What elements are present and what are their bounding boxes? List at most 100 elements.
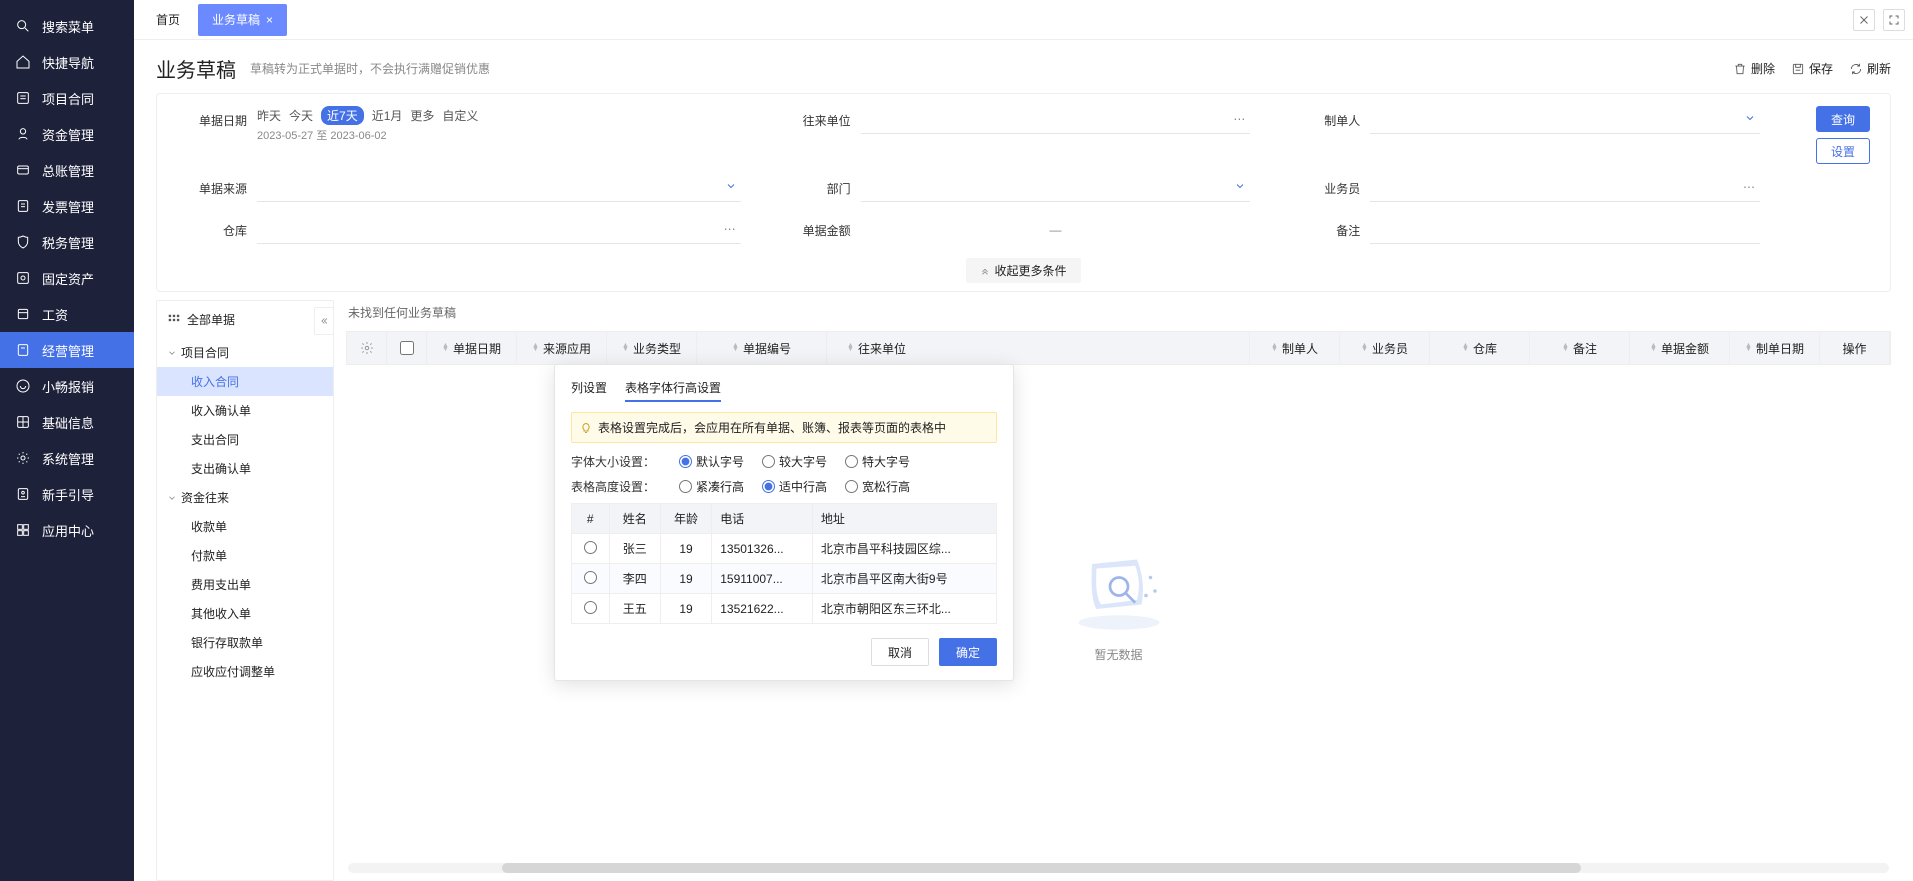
tree-item-0-3[interactable]: 支出确认单 [157, 454, 333, 483]
column-header-8[interactable]: ▲▼备注 [1530, 332, 1630, 364]
tree-item-1-3[interactable]: 其他收入单 [157, 599, 333, 628]
column-header-7[interactable]: ▲▼仓库 [1430, 332, 1530, 364]
tree-collapse-button[interactable] [314, 307, 334, 335]
column-header-4[interactable]: ▲▼往来单位 [827, 332, 1250, 364]
rowh-option-0[interactable]: 紧凑行高 [679, 478, 744, 495]
sidebar-item-3[interactable]: 总账管理 [0, 152, 134, 188]
sidebar-item-5[interactable]: 税务管理 [0, 224, 134, 260]
more-icon[interactable]: ⋯ [724, 222, 737, 236]
date-opt-4[interactable]: 更多 [410, 107, 434, 124]
dept-select[interactable] [861, 174, 1251, 202]
date-opt-5[interactable]: 自定义 [442, 107, 478, 124]
rowh-option-1[interactable]: 适中行高 [762, 478, 827, 495]
date-opt-3[interactable]: 近1月 [372, 107, 403, 124]
sample-row-1[interactable]: 李四1915911007...北京市昌平区南大街9号 [572, 564, 997, 594]
tree-item-1-2[interactable]: 费用支出单 [157, 570, 333, 599]
font-option-2[interactable]: 特大字号 [845, 453, 910, 470]
sample-row-2[interactable]: 王五1913521622...北京市朝阳区东三环北... [572, 594, 997, 624]
sidebar-item-4[interactable]: 发票管理 [0, 188, 134, 224]
rowh-option-2[interactable]: 宽松行高 [845, 478, 910, 495]
sidebar-item-0[interactable]: 快捷导航 [0, 44, 134, 80]
chevron-down-icon[interactable] [1234, 180, 1246, 192]
sort-icon[interactable]: ▲▼ [622, 344, 629, 352]
remark-input[interactable] [1370, 216, 1760, 244]
chevron-down-icon[interactable] [725, 180, 737, 192]
font-option-0[interactable]: 默认字号 [679, 453, 744, 470]
sidebar-item-9[interactable]: 小畅报销 [0, 368, 134, 404]
collapse-conditions-button[interactable]: 收起更多条件 [966, 258, 1080, 283]
sample-radio[interactable] [584, 601, 597, 614]
sidebar-item-7[interactable]: 工资 [0, 296, 134, 332]
horizontal-scrollbar[interactable] [348, 863, 1889, 873]
sort-icon[interactable]: ▲▼ [1562, 344, 1569, 352]
save-button[interactable]: 保存 [1791, 60, 1833, 77]
column-header-9[interactable]: ▲▼单据金额 [1630, 332, 1730, 364]
sort-icon[interactable]: ▲▼ [1650, 344, 1657, 352]
tree-group-1[interactable]: 资金往来 [157, 483, 333, 512]
sort-icon[interactable]: ▲▼ [1271, 344, 1278, 352]
more-icon[interactable]: ⋯ [1233, 112, 1246, 126]
tree-item-1-4[interactable]: 银行存取款单 [157, 628, 333, 657]
sidebar-item-2[interactable]: 资金管理 [0, 116, 134, 152]
column-settings-button[interactable] [347, 332, 387, 364]
tree-item-1-1[interactable]: 付款单 [157, 541, 333, 570]
ok-button[interactable]: 确定 [939, 638, 997, 666]
close-icon[interactable]: × [266, 13, 273, 27]
tree-group-0[interactable]: 项目合同 [157, 338, 333, 367]
search-icon [14, 17, 32, 35]
setting-button[interactable]: 设置 [1816, 138, 1870, 164]
sidebar-item-11[interactable]: 系统管理 [0, 440, 134, 476]
maker-input[interactable] [1370, 106, 1760, 134]
column-header-10[interactable]: ▲▼制单日期 [1730, 332, 1820, 364]
tree-item-1-0[interactable]: 收款单 [157, 512, 333, 541]
sort-icon[interactable]: ▲▼ [1462, 344, 1469, 352]
date-opt-2[interactable]: 近7天 [321, 106, 364, 125]
column-header-0[interactable]: ▲▼单据日期 [427, 332, 517, 364]
font-option-1[interactable]: 较大字号 [762, 453, 827, 470]
sort-icon[interactable]: ▲▼ [1361, 344, 1368, 352]
select-all-checkbox[interactable] [387, 332, 427, 364]
sample-radio[interactable] [584, 541, 597, 554]
tab-home[interactable]: 首页 [142, 4, 194, 36]
salesman-input[interactable]: ⋯ [1370, 174, 1760, 202]
sidebar-search[interactable]: 搜索菜单 [0, 8, 134, 44]
tree-item-0-0[interactable]: 收入合同 [157, 367, 333, 396]
column-header-6[interactable]: ▲▼业务员 [1340, 332, 1430, 364]
tab-draft[interactable]: 业务草稿× [198, 4, 287, 36]
more-icon[interactable]: ⋯ [1743, 180, 1756, 194]
fullscreen-button[interactable] [1883, 9, 1905, 31]
tree-item-0-1[interactable]: 收入确认单 [157, 396, 333, 425]
column-header-2[interactable]: ▲▼业务类型 [607, 332, 697, 364]
query-button[interactable]: 查询 [1816, 106, 1870, 132]
warehouse-input[interactable]: ⋯ [257, 216, 741, 244]
sample-radio[interactable] [584, 571, 597, 584]
source-select[interactable] [257, 174, 741, 202]
tree-item-1-5[interactable]: 应收应付调整单 [157, 657, 333, 686]
delete-button[interactable]: 删除 [1733, 60, 1775, 77]
sort-icon[interactable]: ▲▼ [532, 344, 539, 352]
sidebar-item-8[interactable]: 经营管理 [0, 332, 134, 368]
sidebar-item-13[interactable]: 应用中心 [0, 512, 134, 548]
sidebar-item-12[interactable]: 新手引导 [0, 476, 134, 512]
sort-icon[interactable]: ▲▼ [1745, 344, 1752, 352]
date-opt-0[interactable]: 昨天 [257, 107, 281, 124]
sort-icon[interactable]: ▲▼ [732, 344, 739, 352]
close-all-button[interactable] [1853, 9, 1875, 31]
refresh-button[interactable]: 刷新 [1849, 60, 1891, 77]
partner-input[interactable]: ⋯ [861, 106, 1251, 134]
sidebar-item-6[interactable]: 固定资产 [0, 260, 134, 296]
column-header-1[interactable]: ▲▼来源应用 [517, 332, 607, 364]
popover-tab-columns[interactable]: 列设置 [571, 379, 607, 402]
sample-row-0[interactable]: 张三1913501326...北京市昌平科技园区综... [572, 534, 997, 564]
chevron-down-icon[interactable] [1744, 112, 1756, 124]
sidebar-item-1[interactable]: 项目合同 [0, 80, 134, 116]
column-header-5[interactable]: ▲▼制单人 [1250, 332, 1340, 364]
sidebar-item-10[interactable]: 基础信息 [0, 404, 134, 440]
tree-item-0-2[interactable]: 支出合同 [157, 425, 333, 454]
cancel-button[interactable]: 取消 [871, 638, 929, 666]
sort-icon[interactable]: ▲▼ [847, 344, 854, 352]
popover-tab-font[interactable]: 表格字体行高设置 [625, 379, 721, 402]
sort-icon[interactable]: ▲▼ [442, 344, 449, 352]
date-opt-1[interactable]: 今天 [289, 107, 313, 124]
column-header-3[interactable]: ▲▼单据编号 [697, 332, 827, 364]
